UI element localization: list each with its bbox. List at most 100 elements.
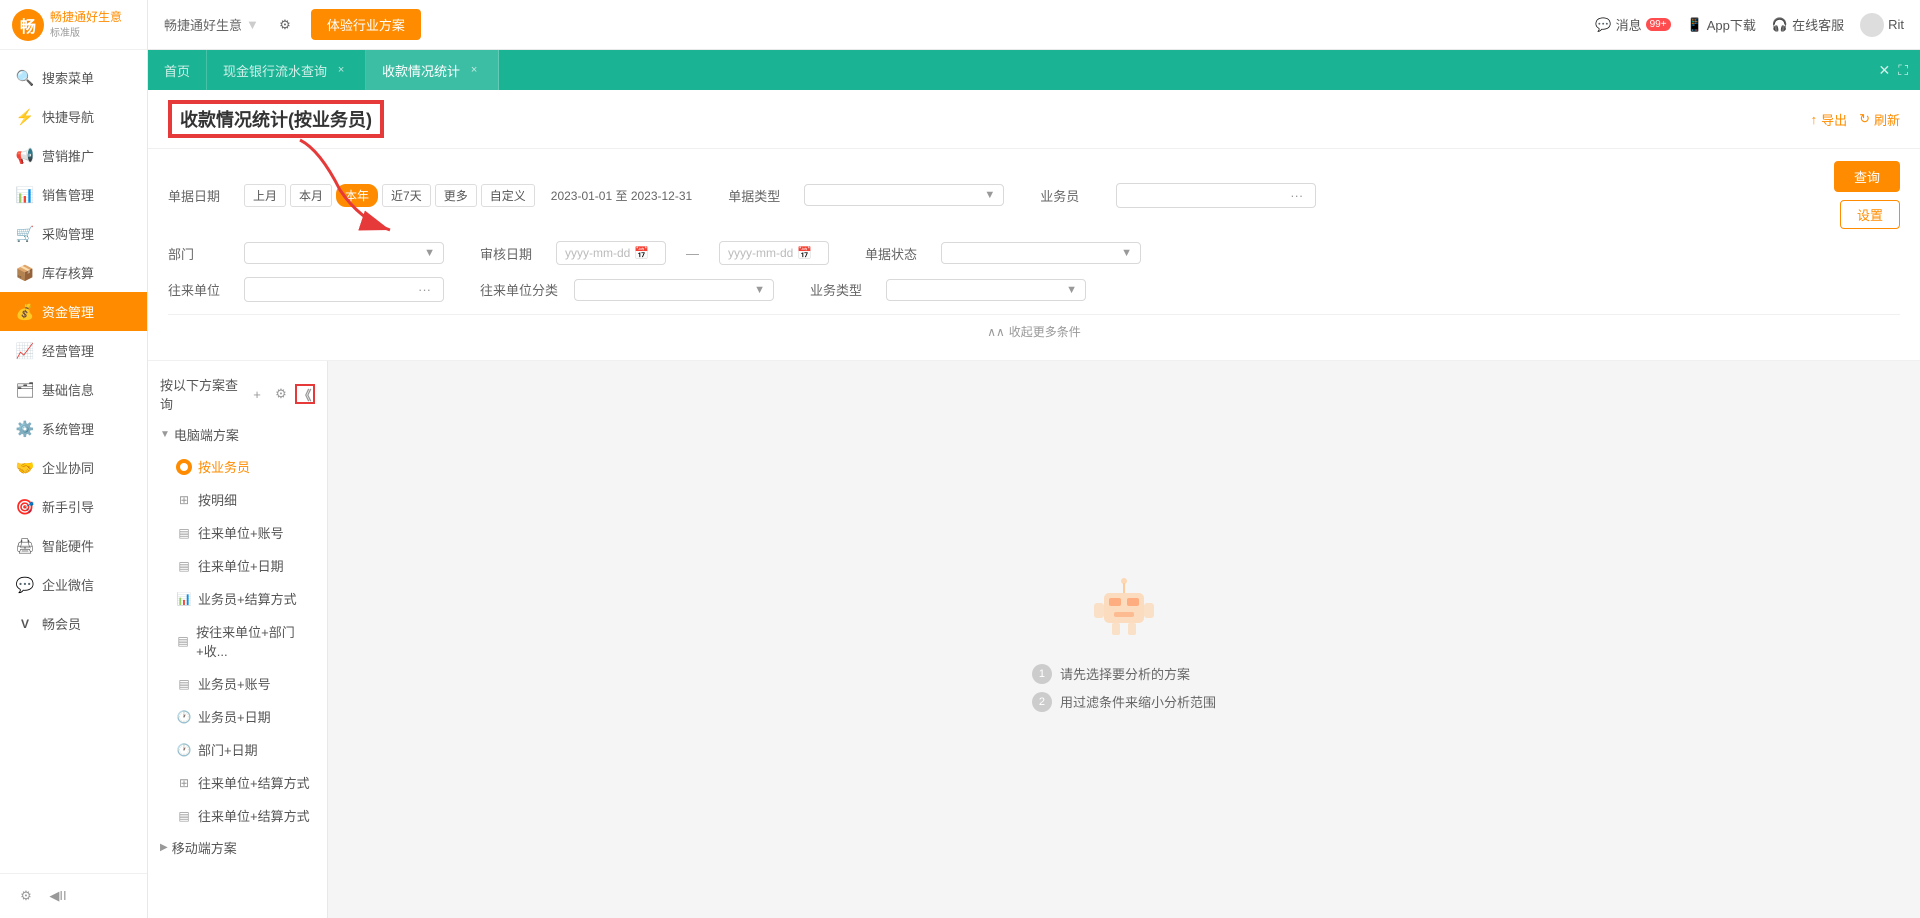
message-icon: 💬: [1595, 17, 1611, 33]
tab-bank[interactable]: 现金银行流水查询 ×: [207, 50, 366, 90]
messages-button[interactable]: 💬 消息 99+: [1595, 15, 1670, 34]
partner-more-icon[interactable]: ···: [414, 282, 435, 297]
scheme-item-sales-account[interactable]: ▤ 业务员+账号: [148, 667, 327, 700]
tab-collection[interactable]: 收款情况统计 ×: [366, 50, 499, 90]
partner-date-scheme-icon: ▤: [176, 558, 192, 574]
sidebar-item-label: 智能硬件: [42, 536, 94, 555]
filter-panel: 单据日期 上月 本月 本年 近7天 更多 自定义 2023-01-01 至 20…: [148, 149, 1920, 361]
review-date-start[interactable]: yyyy-mm-dd 📅: [556, 241, 666, 265]
calendar-icon-start: 📅: [634, 246, 649, 260]
export-button[interactable]: ↑ 导出: [1811, 110, 1848, 129]
scheme-item-partner-settle2[interactable]: ▤ 往来单位+结算方式: [148, 799, 327, 832]
top-header: 畅捷通好生意 ▼ ⚙ 体验行业方案 💬 消息 99+ 📱 App下载 🎧 在线客…: [148, 0, 1920, 50]
scheme-item-partner-dept[interactable]: ▤ 按往来单位+部门+收...: [148, 615, 327, 667]
main-data-area: 1 请先选择要分析的方案 2 用过滤条件来缩小分析范围: [328, 361, 1920, 918]
scheme-section-desktop: ▼ 电脑端方案 按业务员 ⊞ 按明细 ▤: [148, 419, 327, 832]
sidebar-item-label: 营销推广: [42, 146, 94, 165]
sidebar-item-base[interactable]: 🗂 基础信息: [0, 370, 147, 409]
scheme-add-icon[interactable]: +: [247, 384, 267, 404]
salesperson-more-icon[interactable]: ···: [1286, 188, 1307, 203]
voucher-type-select[interactable]: ▼: [804, 184, 1004, 206]
sidebar-collapse-icon[interactable]: ◀II: [48, 886, 68, 906]
step-1-number: 1: [1032, 664, 1052, 684]
salesperson-select[interactable]: ···: [1116, 183, 1316, 208]
sidebar-item-purchase[interactable]: 🛒 采购管理: [0, 214, 147, 253]
sidebar-item-business[interactable]: 📈 经营管理: [0, 331, 147, 370]
filter-row-2: 部门 ▼ 审核日期 yyyy-mm-dd 📅 — yyyy-mm-dd 📅 单据…: [168, 241, 1900, 265]
scheme-panel-title: 按以下方案查询: [160, 375, 241, 413]
sidebar-settings-icon[interactable]: ⚙: [16, 886, 36, 906]
logo-area: 畅 畅捷通好生意 标准版: [0, 0, 147, 50]
online-service-button[interactable]: 🎧 在线客服: [1772, 15, 1844, 34]
query-button[interactable]: 查询: [1834, 161, 1900, 192]
dept-select[interactable]: ▼: [244, 242, 444, 264]
date-range-display: 2023-01-01 至 2023-12-31: [551, 187, 692, 204]
date-btn-7days[interactable]: 近7天: [382, 184, 431, 207]
scheme-item-salesperson[interactable]: 按业务员: [148, 450, 327, 483]
partner-category-select[interactable]: ▼: [574, 279, 774, 301]
sidebar-item-wechat[interactable]: 💬 企业微信: [0, 565, 147, 604]
partner-select[interactable]: ···: [244, 277, 444, 302]
sidebar-item-guide[interactable]: 🎯 新手引导: [0, 487, 147, 526]
tab-home-label: 首页: [164, 61, 190, 80]
voucher-status-select[interactable]: ▼: [941, 242, 1141, 264]
header-gear-button[interactable]: ⚙: [271, 11, 299, 39]
sidebar-item-finance[interactable]: 💰 资金管理: [0, 292, 147, 331]
sidebar-item-quicknav[interactable]: ⚡ 快捷导航: [0, 97, 147, 136]
app-download-button[interactable]: 📱 App下载: [1687, 15, 1756, 34]
scheme-item-dept-date[interactable]: 🕐 部门+日期: [148, 733, 327, 766]
filter-row-1: 单据日期 上月 本月 本年 近7天 更多 自定义 2023-01-01 至 20…: [168, 161, 1900, 229]
sidebar-item-system[interactable]: ⚙️ 系统管理: [0, 409, 147, 448]
tab-maximize-icon[interactable]: ⛶: [1898, 62, 1908, 79]
filter-settings-button[interactable]: 设置: [1840, 200, 1900, 229]
date-btn-this-month[interactable]: 本月: [290, 184, 332, 207]
scheme-item-partner-account[interactable]: ▤ 往来单位+账号: [148, 516, 327, 549]
date-btn-more[interactable]: 更多: [435, 184, 477, 207]
scheme-item-partner-date[interactable]: ▤ 往来单位+日期: [148, 549, 327, 582]
date-btn-last-month[interactable]: 上月: [244, 184, 286, 207]
scheme-section-desktop-header[interactable]: ▼ 电脑端方案: [148, 419, 327, 450]
scheme-item-label: 往来单位+日期: [198, 556, 284, 575]
date-btn-this-year[interactable]: 本年: [336, 184, 378, 207]
refresh-button[interactable]: ↻ 刷新: [1859, 110, 1900, 129]
scheme-settings-icon[interactable]: ⚙: [271, 384, 291, 404]
scheme-item-detail[interactable]: ⊞ 按明细: [148, 483, 327, 516]
scheme-item-label: 业务员+日期: [198, 707, 271, 726]
scheme-item-sales-date[interactable]: 🕐 业务员+日期: [148, 700, 327, 733]
tab-collection-close[interactable]: ×: [466, 62, 482, 78]
scheme-item-label: 业务员+结算方式: [198, 589, 297, 608]
scheme-panel-actions: + ⚙ 《: [247, 384, 315, 404]
scheme-item-label: 往来单位+账号: [198, 523, 284, 542]
tab-home[interactable]: 首页: [148, 50, 207, 90]
dept-date-scheme-icon: 🕐: [176, 742, 192, 758]
trial-button[interactable]: 体验行业方案: [311, 9, 421, 40]
sidebar-item-corp[interactable]: 🤝 企业协同: [0, 448, 147, 487]
section-arrow-down: ▼: [160, 429, 170, 440]
sidebar-item-sales[interactable]: 📊 销售管理: [0, 175, 147, 214]
tab-close-window-icon[interactable]: ✕: [1878, 62, 1890, 79]
user-avatar-button[interactable]: Rit: [1860, 13, 1904, 37]
scheme-item-partner-settle1[interactable]: ⊞ 往来单位+结算方式: [148, 766, 327, 799]
section-label: 电脑端方案: [174, 425, 239, 444]
sidebar-item-label: 快捷导航: [42, 107, 94, 126]
sidebar-item-inventory[interactable]: 📦 库存核算: [0, 253, 147, 292]
sidebar-item-label: 企业微信: [42, 575, 94, 594]
scheme-collapse-icon[interactable]: 《: [295, 384, 315, 404]
business-type-select[interactable]: ▼: [886, 279, 1086, 301]
sidebar-item-label: 经营管理: [42, 341, 94, 360]
sidebar-item-marketing[interactable]: 📢 营销推广: [0, 136, 147, 175]
page-title-box: 收款情况统计(按业务员): [168, 100, 384, 138]
scheme-section-mobile-header[interactable]: ▶ 移动端方案: [148, 832, 327, 863]
sidebar-nav: 🔍 搜索菜单 ⚡ 快捷导航 📢 营销推广 📊 销售管理 🛒 采购管理 📦 库存核…: [0, 50, 147, 873]
scheme-item-sales-settle[interactable]: 📊 业务员+结算方式: [148, 582, 327, 615]
review-date-end[interactable]: yyyy-mm-dd 📅: [719, 241, 829, 265]
sidebar-item-member[interactable]: V 畅会员: [0, 604, 147, 643]
sidebar-item-hardware[interactable]: 🖨 智能硬件: [0, 526, 147, 565]
date-btn-custom[interactable]: 自定义: [481, 184, 535, 207]
main-area: 畅捷通好生意 ▼ ⚙ 体验行业方案 💬 消息 99+ 📱 App下载 🎧 在线客…: [148, 0, 1920, 918]
tab-bank-close[interactable]: ×: [333, 62, 349, 78]
sidebar-item-search[interactable]: 🔍 搜索菜单: [0, 58, 147, 97]
collapse-bar[interactable]: ∧∧ 收起更多条件: [168, 314, 1900, 348]
business-icon: 📈: [16, 342, 34, 360]
sidebar-item-label: 畅会员: [42, 614, 81, 633]
